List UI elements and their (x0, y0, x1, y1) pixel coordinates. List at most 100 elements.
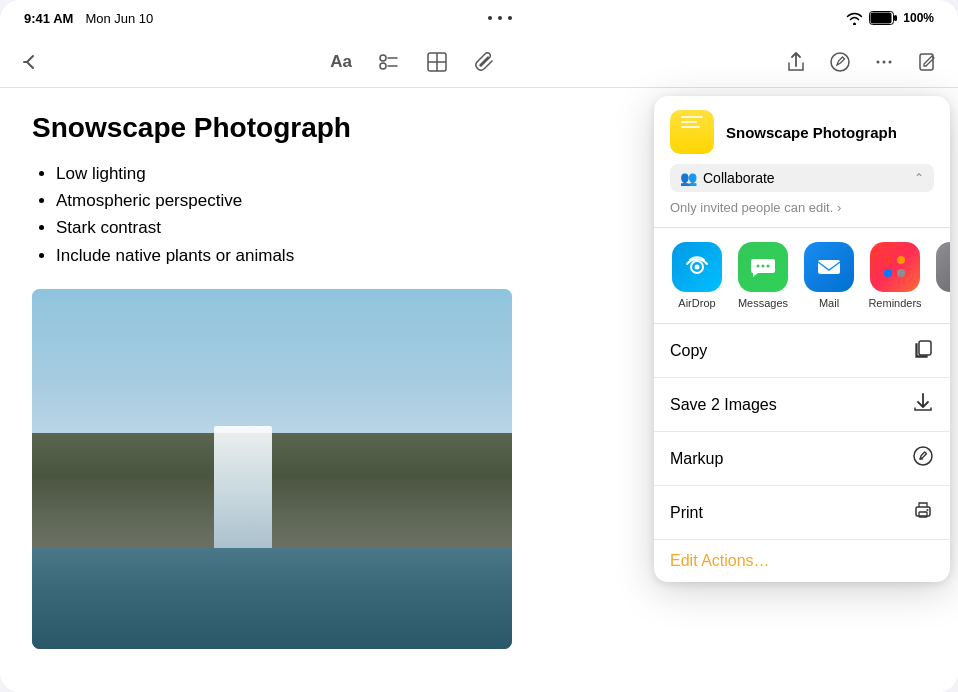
messages-app[interactable]: Messages (732, 242, 794, 309)
table-icon (426, 51, 448, 73)
print-action[interactable]: Print (654, 486, 950, 539)
download-symbol (912, 391, 934, 413)
attachment-button[interactable] (471, 48, 499, 76)
svg-point-23 (914, 447, 932, 465)
reminders-icon (870, 242, 920, 292)
share-title-row: Snowscape Photograph (670, 110, 934, 154)
svg-point-12 (877, 60, 880, 63)
more-icon (873, 51, 895, 73)
mail-label: Mail (819, 297, 839, 309)
svg-point-19 (762, 265, 765, 268)
compose-icon (917, 51, 939, 73)
svg-rect-1 (871, 13, 892, 24)
reminders-app[interactable]: Reminders (864, 242, 926, 309)
svg-point-18 (757, 265, 760, 268)
save-images-label: Save 2 Images (670, 396, 777, 414)
copy-label: Copy (670, 342, 707, 360)
checklist-button[interactable] (375, 48, 403, 76)
messages-icon (738, 242, 788, 292)
status-bar: 9:41 AM Mon Jun 10 100% (0, 0, 958, 36)
airdrop-symbol (683, 253, 711, 281)
rdot-1 (884, 256, 892, 264)
collaborate-chevron: ⌃ (914, 171, 924, 185)
copy-action[interactable]: Copy (654, 324, 950, 378)
battery-label: 100% (903, 11, 934, 25)
svg-point-5 (380, 63, 386, 69)
status-bar-right: 100% (846, 11, 934, 25)
markup-button[interactable] (826, 48, 854, 76)
permissions-text: Only invited people can edit. (670, 200, 833, 215)
note-icon-lines (681, 116, 703, 128)
share-note-title: Snowscape Photograph (726, 124, 897, 141)
checklist-icon (378, 51, 400, 73)
svg-point-4 (380, 55, 386, 61)
share-header: Snowscape Photograph 👥 Collaborate ⌃ Onl… (654, 96, 950, 228)
reminders-dots (884, 256, 906, 278)
share-panel: Snowscape Photograph 👥 Collaborate ⌃ Onl… (654, 96, 950, 582)
svg-point-11 (831, 53, 849, 71)
note-app-icon (670, 110, 714, 154)
toolbar-center: Aa (327, 48, 499, 76)
status-date: Mon Jun 10 (85, 11, 153, 26)
main-content: Snowscape Photograph Low lighting Atmosp… (0, 88, 958, 692)
svg-point-27 (927, 509, 929, 511)
toolbar: Aa (0, 36, 958, 88)
messages-label: Messages (738, 297, 788, 309)
svg-point-20 (767, 265, 770, 268)
copy-icon (912, 337, 934, 364)
center-dot-2 (498, 16, 502, 20)
more-apps-icon (936, 242, 950, 292)
status-time: 9:41 AM (24, 11, 73, 26)
center-dot-3 (508, 16, 512, 20)
mail-symbol (815, 253, 843, 281)
icon-line-1 (681, 116, 703, 118)
edit-actions[interactable]: Edit Actions… (654, 539, 950, 582)
airdrop-app[interactable]: AirDrop (666, 242, 728, 309)
share-apps-row: AirDrop Messages (654, 228, 950, 324)
collaborate-icon: 👥 (680, 170, 697, 186)
share-actions: Copy Save 2 Images (654, 324, 950, 539)
save-images-action[interactable]: Save 2 Images (654, 378, 950, 432)
mail-icon (804, 242, 854, 292)
share-permissions[interactable]: Only invited people can edit. › (670, 200, 934, 215)
rdot-3 (884, 269, 892, 277)
table-button[interactable] (423, 48, 451, 76)
markup-label: Markup (670, 450, 723, 468)
svg-rect-21 (818, 260, 840, 274)
format-button[interactable]: Aa (327, 48, 355, 76)
attachment-icon (474, 51, 496, 73)
photo-background (32, 289, 512, 649)
back-button[interactable] (16, 48, 44, 76)
print-icon (912, 499, 934, 526)
icon-line-2 (681, 121, 697, 123)
rdot-4 (897, 269, 905, 277)
rdot-2 (897, 256, 905, 264)
more-button[interactable] (870, 48, 898, 76)
save-images-icon (912, 391, 934, 418)
permissions-arrow: › (837, 200, 841, 215)
photo-sky (32, 289, 512, 451)
messages-symbol (749, 253, 777, 281)
battery-icon (869, 11, 897, 25)
svg-rect-22 (919, 341, 931, 355)
icon-line-3 (681, 126, 700, 128)
collaborate-row[interactable]: 👥 Collaborate ⌃ (670, 164, 934, 192)
edit-actions-label: Edit Actions… (670, 552, 770, 569)
more-app[interactable]: Fr… (930, 242, 950, 309)
airdrop-icon (672, 242, 722, 292)
svg-point-13 (883, 60, 886, 63)
photo-water (32, 548, 512, 649)
center-dot-1 (488, 16, 492, 20)
share-button[interactable] (782, 48, 810, 76)
print-symbol (912, 499, 934, 521)
share-icon (785, 51, 807, 73)
compose-button[interactable] (914, 48, 942, 76)
mail-app[interactable]: Mail (798, 242, 860, 309)
status-bar-left: 9:41 AM Mon Jun 10 (24, 11, 153, 26)
svg-point-17 (695, 265, 700, 270)
markup-action[interactable]: Markup (654, 432, 950, 486)
svg-point-14 (889, 60, 892, 63)
toolbar-left (16, 48, 44, 76)
markup-pen-icon (829, 51, 851, 73)
note-photo (32, 289, 512, 649)
